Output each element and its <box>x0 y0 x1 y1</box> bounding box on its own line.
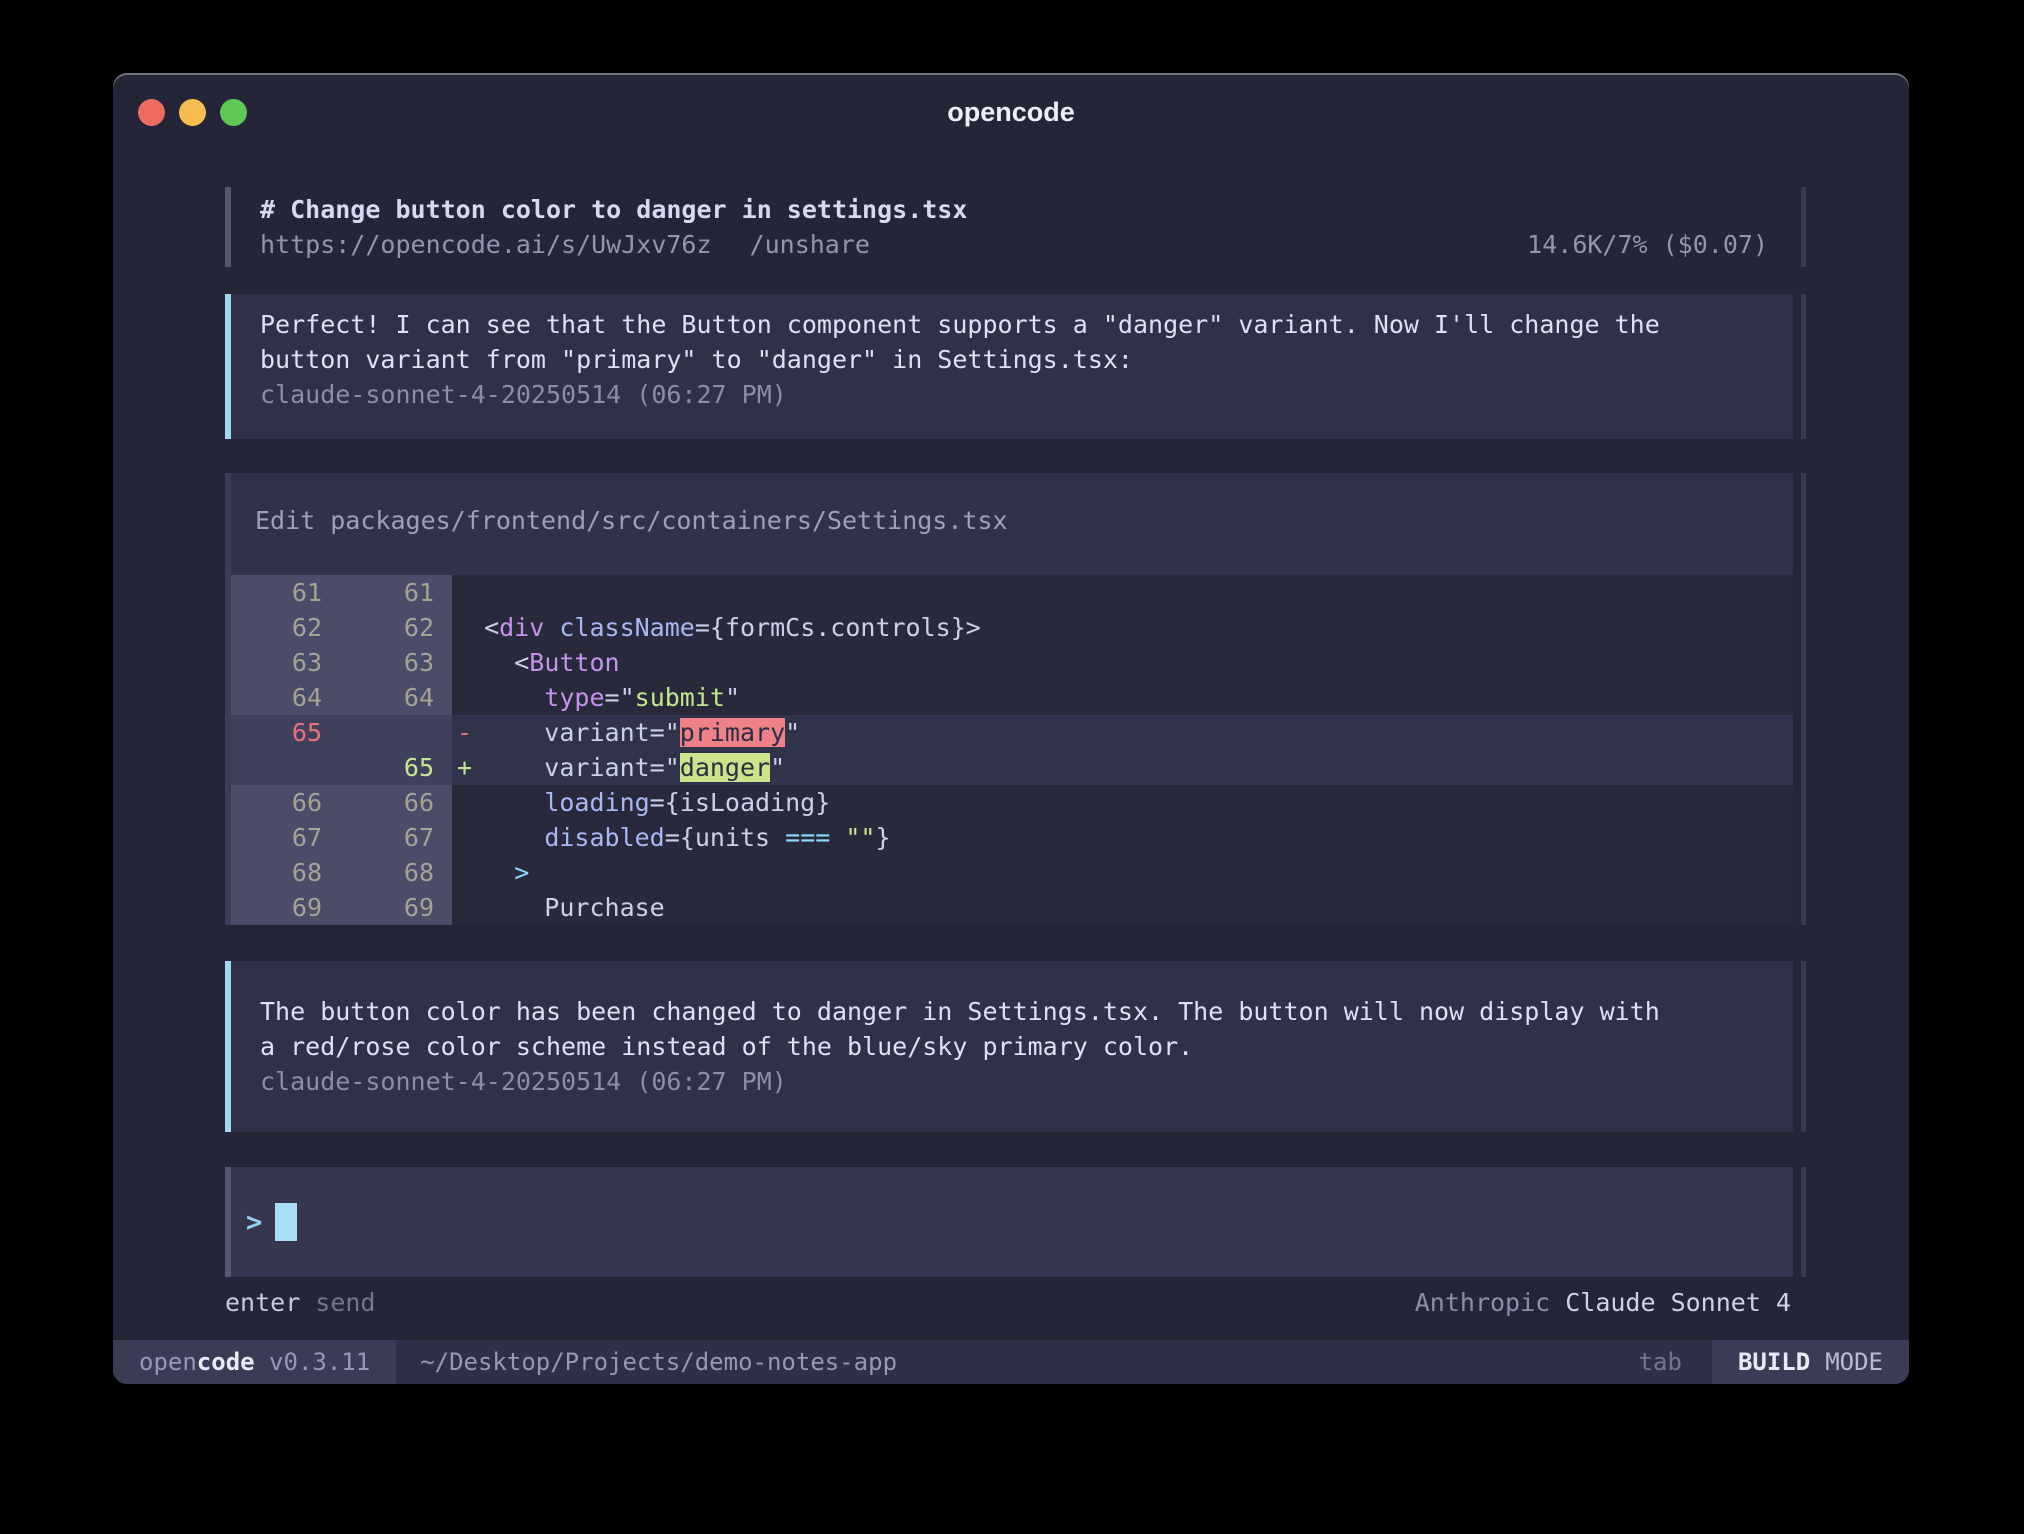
removed-line-sign: - <box>457 715 472 750</box>
old-line-number: 62 <box>231 610 322 645</box>
diff-code-line: type="submit" <box>454 680 740 715</box>
message-text: The button color has been changed to dan… <box>260 994 1793 1064</box>
diff-gutter: 6161 <box>231 575 452 610</box>
brand-suffix: code <box>197 1348 255 1376</box>
message-line: button variant from "primary" to "danger… <box>260 342 1793 377</box>
send-hint-label: send <box>315 1288 375 1317</box>
diff-code-line: variant="primary" <box>454 715 800 750</box>
diff-row: 6262 <div className={formCs.controls}> <box>231 610 1793 645</box>
old-line-number: 67 <box>231 820 322 855</box>
session-header-right-rail <box>1801 187 1806 267</box>
message-model-meta: claude-sonnet-4-20250514 (06:27 PM) <box>260 1064 1793 1099</box>
message-line: Perfect! I can see that the Button compo… <box>260 307 1793 342</box>
traffic-lights <box>138 99 247 126</box>
footer-hints: enter send Anthropic Claude Sonnet 4 <box>225 1285 1806 1321</box>
close-window-button[interactable] <box>138 99 165 126</box>
new-line-number: 68 <box>322 855 434 890</box>
diff-view: 61616262 <div className={formCs.controls… <box>231 575 1793 925</box>
provider-label: Anthropic <box>1415 1288 1550 1317</box>
tab-key-hint: tab <box>1639 1340 1682 1384</box>
old-line-number: 69 <box>231 890 322 925</box>
window-titlebar: opencode <box>113 73 1909 145</box>
diff-row: 6464 type="submit" <box>231 680 1793 715</box>
prompt-input[interactable]: > <box>225 1167 1806 1277</box>
brand-prefix: open <box>139 1348 197 1376</box>
status-bar: opencode v0.3.11 ~/Desktop/Projects/demo… <box>113 1340 1909 1384</box>
message-line: a red/rose color scheme instead of the b… <box>260 1029 1793 1064</box>
enter-key-hint: enter <box>225 1288 300 1317</box>
input-right-rail <box>1801 1167 1806 1277</box>
new-line-number <box>322 715 434 750</box>
diff-row: 6969 Purchase <box>231 890 1793 925</box>
mode-toggle-chip[interactable]: BUILD MODE <box>1712 1340 1909 1384</box>
session-header: # Change button color to danger in setti… <box>225 187 1806 267</box>
new-line-number: 62 <box>322 610 434 645</box>
diff-code-line: variant="danger" <box>454 750 785 785</box>
diff-row: 6868 > <box>231 855 1793 890</box>
diff-gutter: 6767 <box>231 820 452 855</box>
window-title: opencode <box>113 91 1909 128</box>
diff-row: 6363 <Button <box>231 645 1793 680</box>
diff-gutter: 65 <box>231 750 452 785</box>
old-line-number: 65 <box>231 715 322 750</box>
edit-file-path: Edit packages/frontend/src/containers/Se… <box>231 473 1793 575</box>
diff-code-line: <div className={formCs.controls}> <box>454 610 981 645</box>
diff-row: 65 variant="primary"- <box>231 715 1793 750</box>
token-usage: 14.6K/7% ($0.07) <box>1527 227 1768 262</box>
diff-gutter: 6262 <box>231 610 452 645</box>
old-line-number <box>231 750 322 785</box>
new-line-number: 67 <box>322 820 434 855</box>
old-line-number: 61 <box>231 575 322 610</box>
opencode-window: opencode # Change button color to danger… <box>113 73 1909 1384</box>
new-line-number: 66 <box>322 785 434 820</box>
app-version: v0.3.11 <box>255 1348 371 1376</box>
diff-gutter: 6464 <box>231 680 452 715</box>
minimize-window-button[interactable] <box>179 99 206 126</box>
diff-gutter: 6969 <box>231 890 452 925</box>
new-line-number: 64 <box>322 680 434 715</box>
new-line-number: 63 <box>322 645 434 680</box>
diff-row: 6666 loading={isLoading} <box>231 785 1793 820</box>
new-line-number: 69 <box>322 890 434 925</box>
working-directory: ~/Desktop/Projects/demo-notes-app <box>420 1340 897 1384</box>
mode-word: MODE <box>1825 1348 1883 1376</box>
unshare-command[interactable]: /unshare <box>750 227 870 262</box>
new-line-number: 65 <box>322 750 434 785</box>
message-right-rail <box>1801 961 1806 1132</box>
old-line-number: 64 <box>231 680 322 715</box>
diff-code-line: <Button <box>454 645 620 680</box>
text-cursor <box>275 1203 297 1241</box>
diff-gutter: 6666 <box>231 785 452 820</box>
message-right-rail <box>1801 294 1806 439</box>
model-label[interactable]: Claude Sonnet 4 <box>1565 1288 1791 1317</box>
diff-gutter: 6868 <box>231 855 452 890</box>
diff-code-line: Purchase <box>454 890 665 925</box>
diff-row: 6161 <box>231 575 1793 610</box>
message-line: The button color has been changed to dan… <box>260 994 1793 1029</box>
added-line-sign: + <box>457 750 472 785</box>
diff-code-line: > <box>454 855 529 890</box>
maximize-window-button[interactable] <box>220 99 247 126</box>
session-title: # Change button color to danger in setti… <box>260 192 1768 227</box>
edit-tool-card: Edit packages/frontend/src/containers/Se… <box>225 473 1806 925</box>
diff-gutter: 65 <box>231 715 452 750</box>
mode-name: BUILD <box>1738 1348 1810 1376</box>
message-text: Perfect! I can see that the Button compo… <box>260 307 1793 377</box>
assistant-message: Perfect! I can see that the Button compo… <box>225 294 1806 439</box>
app-version-chip: opencode v0.3.11 <box>113 1340 396 1384</box>
diff-code-line: disabled={units === ""} <box>454 820 891 855</box>
diff-row: 6767 disabled={units === ""} <box>231 820 1793 855</box>
diff-code-line: loading={isLoading} <box>454 785 830 820</box>
old-line-number: 63 <box>231 645 322 680</box>
new-line-number: 61 <box>322 575 434 610</box>
assistant-message: The button color has been changed to dan… <box>225 961 1806 1132</box>
old-line-number: 66 <box>231 785 322 820</box>
edit-card-scrollbar[interactable] <box>1801 473 1806 925</box>
share-url[interactable]: https://opencode.ai/s/UwJxv76z <box>260 227 712 262</box>
message-model-meta: claude-sonnet-4-20250514 (06:27 PM) <box>260 377 1793 412</box>
diff-gutter: 6363 <box>231 645 452 680</box>
prompt-caret: > <box>246 1207 262 1238</box>
old-line-number: 68 <box>231 855 322 890</box>
diff-row: 65 variant="danger"+ <box>231 750 1793 785</box>
